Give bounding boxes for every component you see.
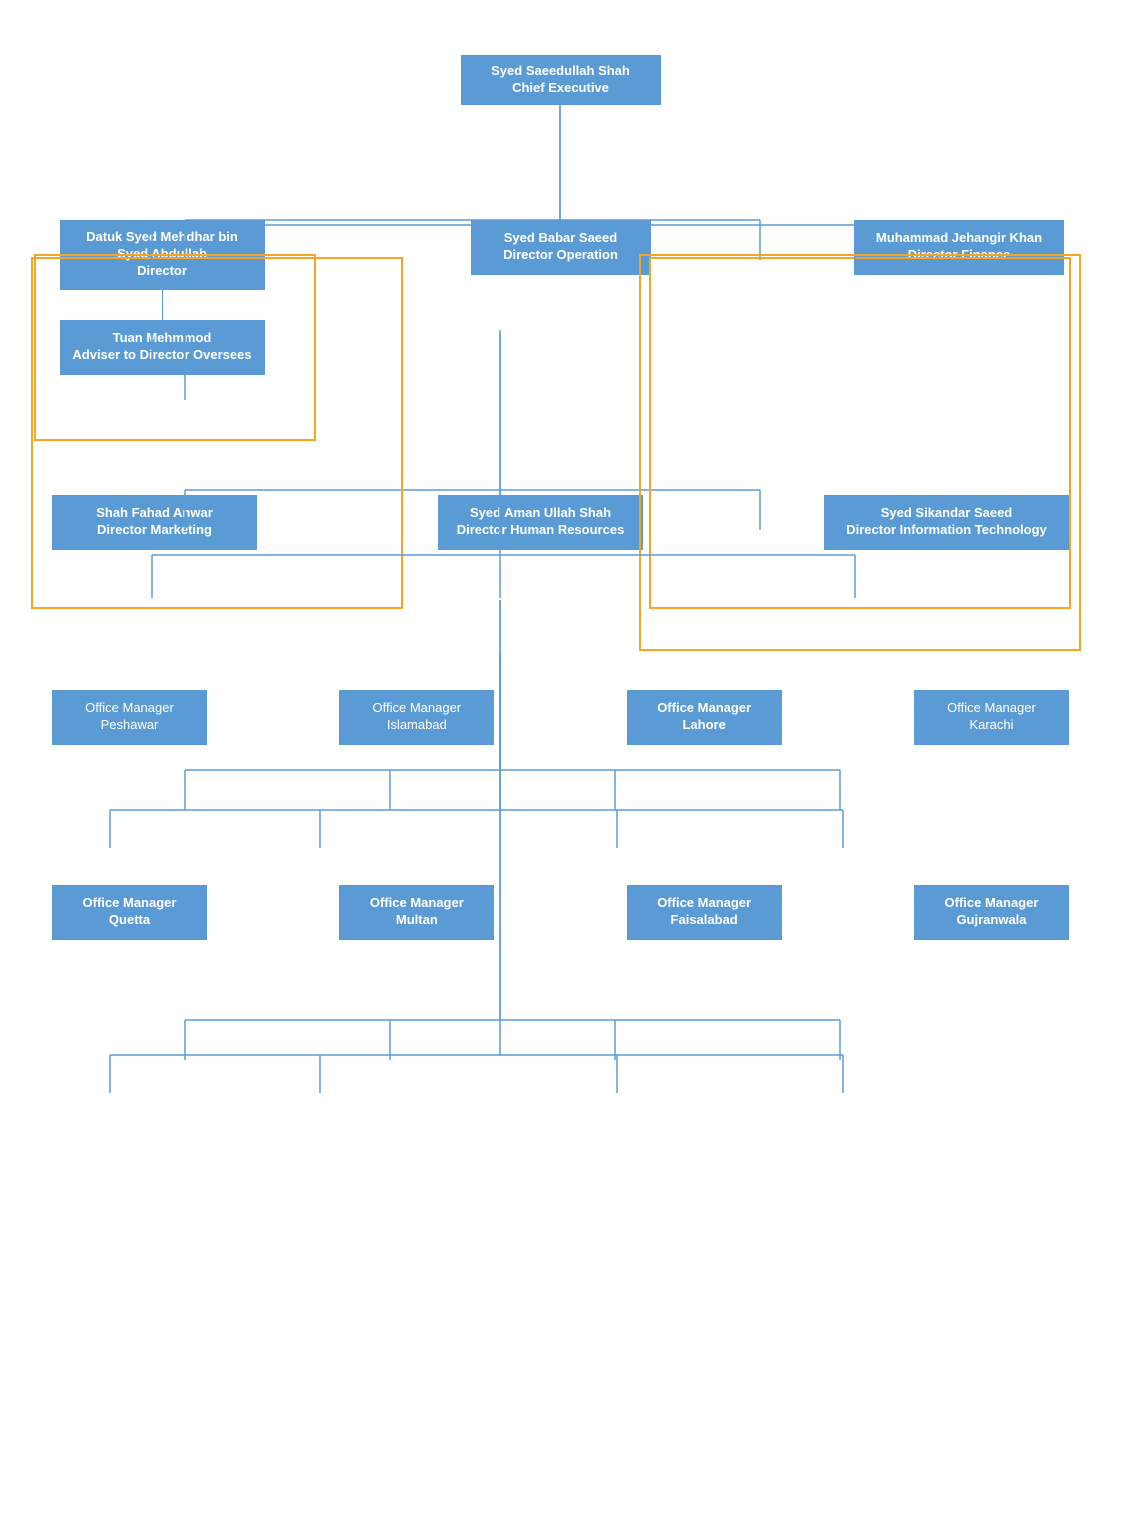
om-faisalabad-node: Office Manager Faisalabad (627, 885, 782, 940)
dir1-col: Datuk Syed Mehdhar bin Syed Abdullah Dir… (52, 220, 272, 375)
dir2-node: Syed Babar Saeed Director Operation (471, 220, 651, 275)
om-quetta-name: Office Manager (83, 895, 177, 912)
dir1-title: Director (72, 263, 253, 280)
om-lahore-node: Office Manager Lahore (627, 690, 782, 745)
om-lahore-name: Office Manager (657, 700, 751, 717)
om-row1: Office Manager Peshawar Office Manager I… (20, 690, 1101, 745)
om-karachi-title: Karachi (947, 717, 1036, 734)
dit-title: Director Information Technology (846, 522, 1047, 539)
adviser-title: Adviser to Director Oversees (72, 347, 251, 364)
adviser-node: Tuan Mehmmod Adviser to Director Oversee… (60, 320, 265, 375)
om-peshawar-name: Office Manager (85, 700, 174, 717)
dir1-node: Datuk Syed Mehdhar bin Syed Abdullah Dir… (60, 220, 265, 290)
om-islamabad-name: Office Manager (373, 700, 462, 717)
org-chart: Syed Saeedullah Shah Chief Executive Dat… (0, 0, 1121, 970)
dir2-col: Syed Babar Saeed Director Operation (471, 220, 651, 275)
om-karachi-node: Office Manager Karachi (914, 690, 1069, 745)
om-row2: Office Manager Quetta Office Manager Mul… (20, 885, 1101, 940)
dir3-name: Muhammad Jehangir Khan (876, 230, 1042, 247)
om-quetta-node: Office Manager Quetta (52, 885, 207, 940)
om-gujranwala-name: Office Manager (945, 895, 1039, 912)
om-gujranwala-title: Gujranwala (945, 912, 1039, 929)
dir3-node: Muhammad Jehangir Khan Director Finance (854, 220, 1064, 275)
om-multan-name: Office Manager (370, 895, 464, 912)
om-faisalabad-name: Office Manager (657, 895, 751, 912)
adviser-name: Tuan Mehmmod (72, 330, 251, 347)
ceo-name: Syed Saeedullah Shah (491, 63, 630, 80)
dir3-title: Director Finance (876, 247, 1042, 264)
om-multan-node: Office Manager Multan (339, 885, 494, 940)
dir2-name: Syed Babar Saeed (503, 230, 618, 247)
level3-row: Shah Fahad Anwar Director Marketing Syed… (20, 495, 1101, 550)
om-gujranwala-node: Office Manager Gujranwala (914, 885, 1069, 940)
om-peshawar-node: Office Manager Peshawar (52, 690, 207, 745)
dmark-title: Director Marketing (96, 522, 213, 539)
dir2-title: Director Operation (503, 247, 618, 264)
dir3-col: Muhammad Jehangir Khan Director Finance (849, 220, 1069, 275)
om-multan-title: Multan (370, 912, 464, 929)
dit-name: Syed Sikandar Saeed (846, 505, 1047, 522)
om-quetta-title: Quetta (83, 912, 177, 929)
directors-row: Datuk Syed Mehdhar bin Syed Abdullah Dir… (20, 220, 1101, 375)
ceo-node: Syed Saeedullah Shah Chief Executive (461, 55, 661, 105)
dhr-node: Syed Aman Ullah Shah Director Human Reso… (438, 495, 643, 550)
ceo-row: Syed Saeedullah Shah Chief Executive (20, 30, 1101, 105)
om-peshawar-title: Peshawar (85, 717, 174, 734)
dit-node: Syed Sikandar Saeed Director Information… (824, 495, 1069, 550)
dmark-name: Shah Fahad Anwar (96, 505, 213, 522)
dmark-node: Shah Fahad Anwar Director Marketing (52, 495, 257, 550)
ceo-title: Chief Executive (491, 80, 630, 97)
om-lahore-title: Lahore (657, 717, 751, 734)
dir1-name: Datuk Syed Mehdhar bin Syed Abdullah (72, 229, 253, 263)
dhr-title: Director Human Resources (457, 522, 625, 539)
om-islamabad-node: Office Manager Islamabad (339, 690, 494, 745)
om-karachi-name: Office Manager (947, 700, 1036, 717)
dhr-name: Syed Aman Ullah Shah (457, 505, 625, 522)
om-faisalabad-title: Faisalabad (657, 912, 751, 929)
om-islamabad-title: Islamabad (373, 717, 462, 734)
